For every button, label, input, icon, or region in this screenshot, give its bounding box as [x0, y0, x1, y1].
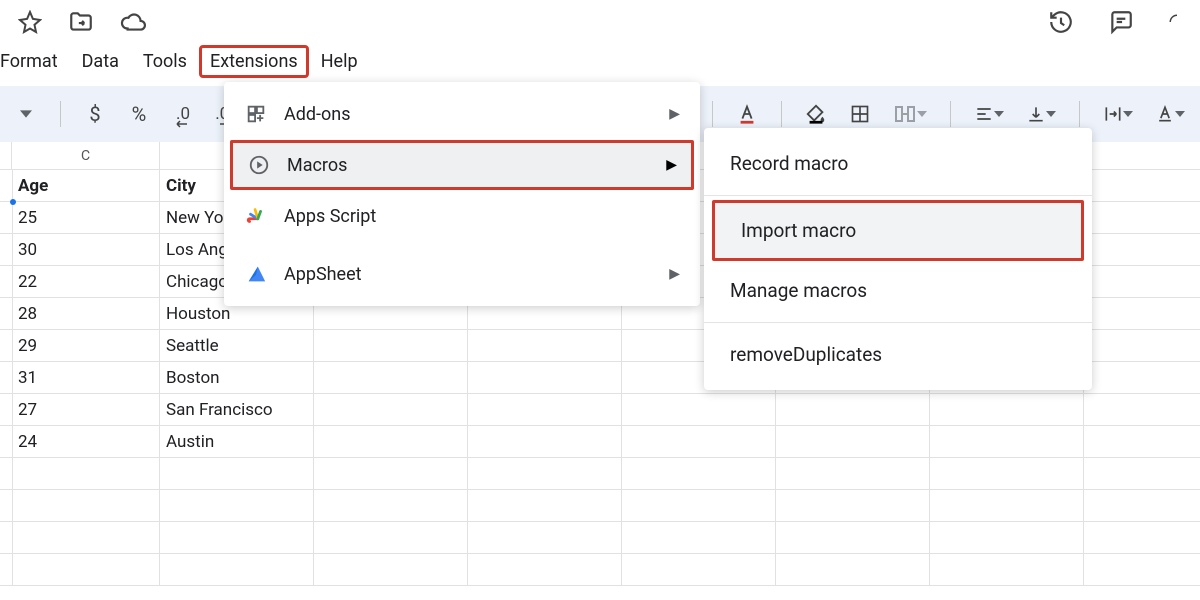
selection-handle[interactable]: [10, 199, 16, 205]
cloud-saved-icon[interactable]: [120, 9, 146, 35]
currency-button[interactable]: $: [79, 96, 111, 132]
divider: [704, 322, 1092, 323]
menu-appsheet-label: AppSheet: [284, 264, 653, 285]
horizontal-align-button[interactable]: [969, 96, 1009, 132]
chevron-right-icon: ▶: [669, 266, 680, 282]
menu-extensions[interactable]: Extensions: [199, 45, 309, 78]
submenu-import-macro[interactable]: Import macro: [712, 200, 1084, 261]
merge-cells-button[interactable]: [888, 96, 932, 132]
borders-button[interactable]: [844, 96, 876, 132]
separator: [60, 101, 61, 127]
cell-city[interactable]: San Francisco: [160, 394, 314, 426]
toolbar-more-left[interactable]: [10, 96, 42, 132]
manage-macros-label: Manage macros: [730, 279, 1066, 302]
menu-tools[interactable]: Tools: [131, 45, 199, 78]
text-rotation-button[interactable]: [1150, 96, 1190, 132]
chevron-right-icon: ▶: [666, 157, 677, 173]
table-row: 24Austin: [0, 426, 1200, 458]
submenu-record-macro[interactable]: Record macro: [704, 136, 1092, 191]
submenu-manage-macros[interactable]: Manage macros: [704, 263, 1092, 318]
select-all-corner[interactable]: [0, 142, 12, 169]
macros-submenu: Record macro Import macro Manage macros …: [704, 128, 1092, 390]
import-macro-label: Import macro: [741, 219, 1055, 242]
cell-age[interactable]: 30: [12, 234, 160, 266]
menu-apps-script[interactable]: Apps Script: [224, 192, 700, 240]
text-color-button[interactable]: [731, 96, 763, 132]
cell-age[interactable]: 29: [12, 330, 160, 362]
cell-age[interactable]: 27: [12, 394, 160, 426]
cell-age[interactable]: 25: [12, 202, 160, 234]
cell-age[interactable]: 28: [12, 298, 160, 330]
separator: [1079, 101, 1080, 127]
top-right-icons: [1048, 0, 1200, 44]
move-folder-icon[interactable]: [68, 9, 94, 35]
menu-apps-script-label: Apps Script: [284, 206, 680, 227]
separator: [950, 101, 951, 127]
cell-age[interactable]: 22: [12, 266, 160, 298]
cell-city[interactable]: Seattle: [160, 330, 314, 362]
custom-macro-label: removeDuplicates: [730, 343, 1066, 366]
text-wrap-button[interactable]: [1098, 96, 1138, 132]
vertical-align-button[interactable]: [1021, 96, 1061, 132]
separator: [781, 101, 782, 127]
share-icon[interactable]: [1168, 9, 1186, 35]
cell-city[interactable]: Austin: [160, 426, 314, 458]
history-icon[interactable]: [1048, 9, 1074, 35]
menu-help[interactable]: Help: [309, 45, 370, 78]
menu-appsheet[interactable]: AppSheet ▶: [224, 250, 700, 298]
header-age[interactable]: Age: [12, 170, 160, 202]
cell-city[interactable]: Boston: [160, 362, 314, 394]
appsheet-icon: [244, 262, 268, 286]
macros-icon: [247, 153, 271, 177]
menubar: Format Data Tools Extensions Help: [0, 44, 1200, 80]
addons-icon: [244, 102, 268, 126]
submenu-custom-macro[interactable]: removeDuplicates: [704, 327, 1092, 382]
comment-icon[interactable]: [1108, 9, 1134, 35]
apps-script-icon: [244, 204, 268, 228]
menu-format[interactable]: Format: [0, 45, 70, 78]
percent-button[interactable]: %: [123, 96, 155, 132]
menu-addons-label: Add-ons: [284, 104, 653, 125]
record-macro-label: Record macro: [730, 152, 1066, 175]
fill-color-button[interactable]: [800, 96, 832, 132]
extensions-menu: Add-ons ▶ Macros ▶ Apps Script AppSheet …: [224, 82, 700, 306]
separator: [712, 101, 713, 127]
menu-macros-label: Macros: [287, 155, 650, 176]
cell-age[interactable]: 24: [12, 426, 160, 458]
table-row: 27San Francisco: [0, 394, 1200, 426]
decrease-decimal-button[interactable]: .0: [167, 96, 199, 132]
divider: [704, 195, 1092, 196]
menu-data[interactable]: Data: [70, 45, 131, 78]
star-icon[interactable]: [18, 10, 42, 34]
menu-macros[interactable]: Macros ▶: [230, 140, 694, 190]
quick-access-row: [0, 0, 1200, 44]
menu-addons[interactable]: Add-ons ▶: [224, 90, 700, 138]
col-header-c[interactable]: C: [12, 142, 160, 169]
chevron-right-icon: ▶: [669, 106, 680, 122]
cell-age[interactable]: 31: [12, 362, 160, 394]
